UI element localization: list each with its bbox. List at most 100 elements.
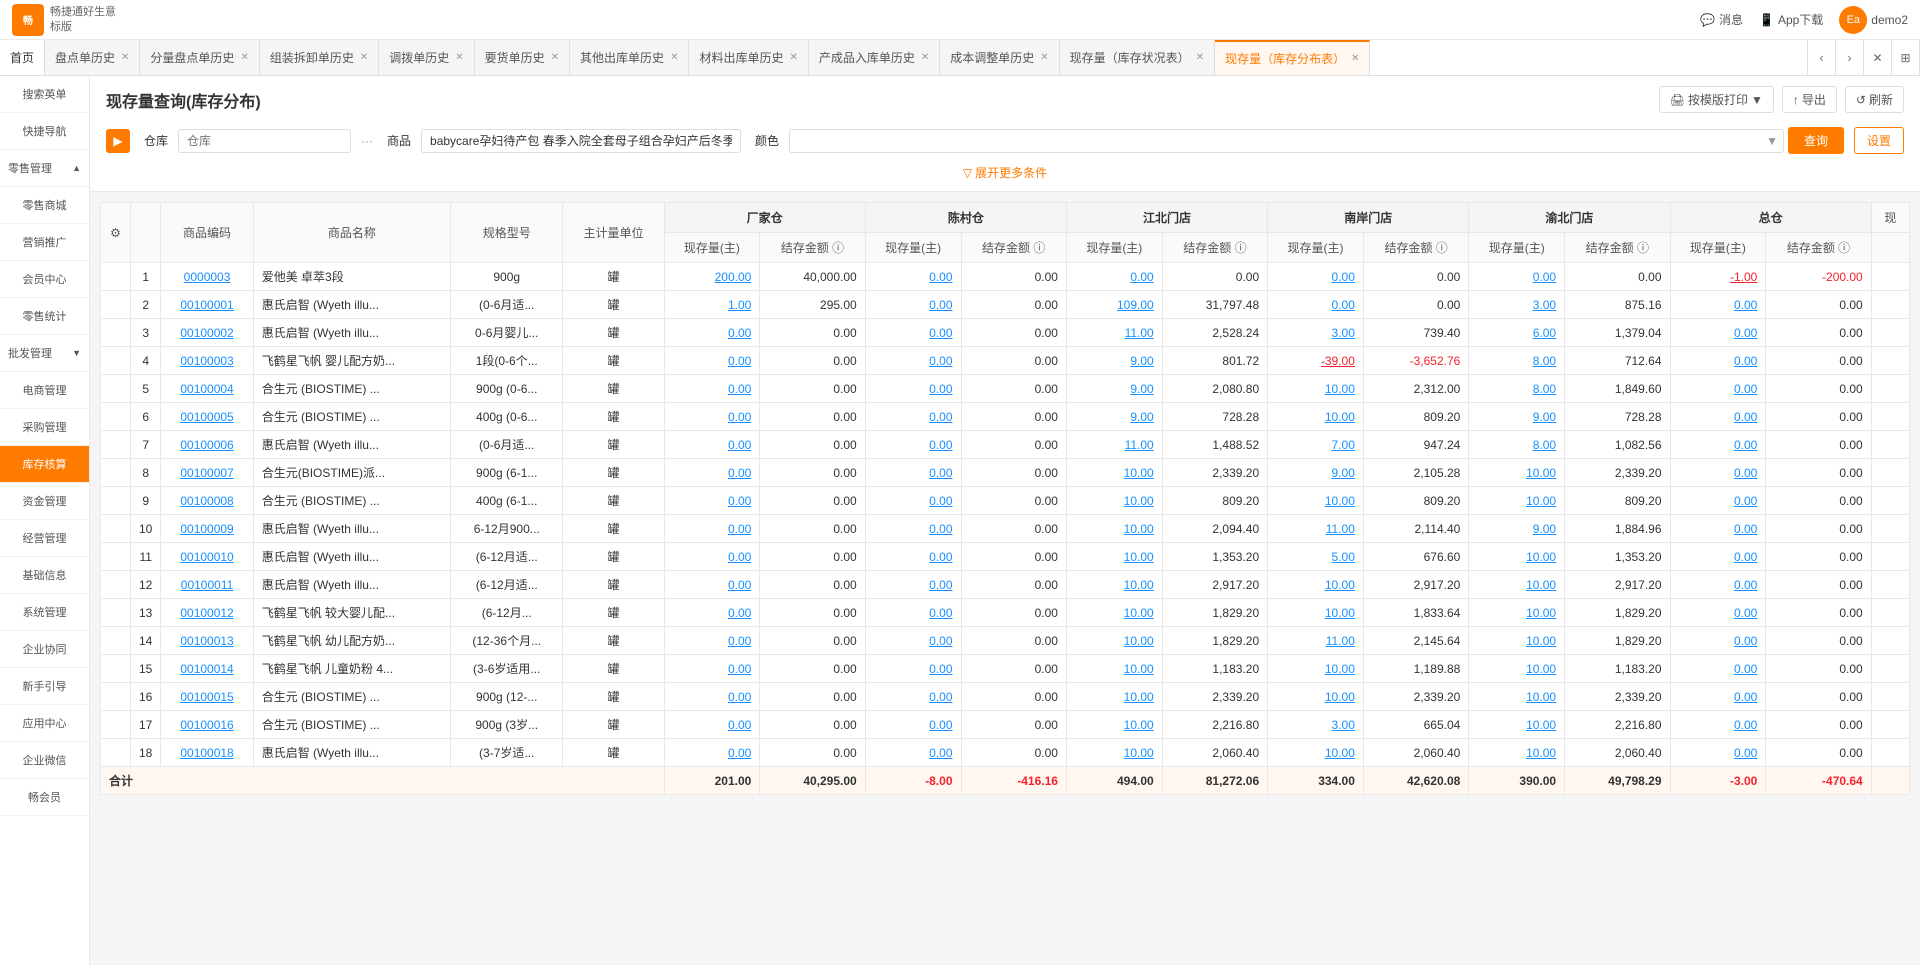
total-qty[interactable]: -1.00	[1670, 263, 1766, 291]
jiangbei-qty[interactable]: 10.00	[1066, 683, 1162, 711]
factory-qty[interactable]: 0.00	[664, 739, 760, 767]
product-input[interactable]	[421, 129, 741, 153]
chenjiang-qty[interactable]: 0.00	[865, 627, 961, 655]
chenjiang-qty[interactable]: 0.00	[865, 655, 961, 683]
product-code[interactable]: 00100013	[161, 627, 253, 655]
yubei-qty[interactable]: 10.00	[1469, 739, 1565, 767]
sidebar-item-inventory[interactable]: 库存核算	[0, 446, 89, 483]
total-qty[interactable]: 0.00	[1670, 291, 1766, 319]
tab-close-icon[interactable]: ✕	[1351, 53, 1359, 64]
total-qty[interactable]: 0.00	[1670, 655, 1766, 683]
chenjiang-qty[interactable]: 0.00	[865, 319, 961, 347]
product-code[interactable]: 00100012	[161, 599, 253, 627]
factory-qty[interactable]: 0.00	[664, 375, 760, 403]
expand-more-row[interactable]: ▽ 展开更多条件	[106, 160, 1904, 185]
total-qty[interactable]: 0.00	[1670, 403, 1766, 431]
product-code[interactable]: 00100014	[161, 655, 253, 683]
yubei-qty[interactable]: 3.00	[1469, 291, 1565, 319]
total-qty[interactable]: 0.00	[1670, 739, 1766, 767]
row-gear[interactable]	[101, 711, 131, 739]
nanan-qty[interactable]: 11.00	[1268, 627, 1364, 655]
sidebar-item-member[interactable]: 会员中心	[0, 261, 89, 298]
row-gear[interactable]	[101, 347, 131, 375]
nanan-qty[interactable]: 10.00	[1268, 403, 1364, 431]
row-gear[interactable]	[101, 263, 131, 291]
chenjiang-qty[interactable]: 0.00	[865, 459, 961, 487]
nanan-qty[interactable]: 3.00	[1268, 711, 1364, 739]
total-qty[interactable]: 0.00	[1670, 459, 1766, 487]
product-code[interactable]: 00100011	[161, 571, 253, 599]
total-qty[interactable]: 0.00	[1670, 347, 1766, 375]
chenjiang-qty[interactable]: 0.00	[865, 599, 961, 627]
row-gear[interactable]	[101, 291, 131, 319]
nanan-qty[interactable]: 3.00	[1268, 319, 1364, 347]
row-gear[interactable]	[101, 571, 131, 599]
nanan-qty[interactable]: 10.00	[1268, 375, 1364, 403]
yubei-qty[interactable]: 10.00	[1469, 599, 1565, 627]
total-qty[interactable]: 0.00	[1670, 627, 1766, 655]
row-gear[interactable]	[101, 627, 131, 655]
tab-requisition[interactable]: 要货单历史 ✕	[475, 40, 570, 76]
row-gear[interactable]	[101, 459, 131, 487]
product-code[interactable]: 00100001	[161, 291, 253, 319]
nanan-qty[interactable]: 10.00	[1268, 599, 1364, 627]
tab-expand-btn[interactable]: ⊞	[1892, 40, 1920, 76]
yubei-qty[interactable]: 9.00	[1469, 515, 1565, 543]
row-gear[interactable]	[101, 319, 131, 347]
jiangbei-qty[interactable]: 10.00	[1066, 599, 1162, 627]
factory-qty[interactable]: 0.00	[664, 711, 760, 739]
tab-close-icon[interactable]: ✕	[455, 52, 463, 63]
sidebar-item-ecommerce[interactable]: 电商管理	[0, 372, 89, 409]
row-gear[interactable]	[101, 655, 131, 683]
tab-inventory-dist[interactable]: 现存量（库存分布表） ✕	[1215, 40, 1370, 76]
nanan-qty[interactable]: 7.00	[1268, 431, 1364, 459]
product-code[interactable]: 00100009	[161, 515, 253, 543]
color-input[interactable]	[789, 129, 1784, 153]
sidebar-item-basic[interactable]: 基础信息	[0, 557, 89, 594]
yubei-qty[interactable]: 10.00	[1469, 459, 1565, 487]
query-btn[interactable]: 查询	[1788, 127, 1844, 154]
refresh-btn[interactable]: ↺ 刷新	[1845, 86, 1904, 113]
filter-collapse-btn[interactable]: ▶	[106, 129, 130, 153]
tab-close-icon[interactable]: ✕	[1196, 52, 1204, 63]
yubei-qty[interactable]: 10.00	[1469, 487, 1565, 515]
export-btn[interactable]: ↑ 导出	[1782, 86, 1837, 113]
total-qty[interactable]: 0.00	[1670, 375, 1766, 403]
tab-close-icon[interactable]: ✕	[551, 52, 559, 63]
row-gear[interactable]	[101, 403, 131, 431]
nanan-qty[interactable]: 0.00	[1268, 263, 1364, 291]
nanan-qty[interactable]: 11.00	[1268, 515, 1364, 543]
chenjiang-qty[interactable]: 0.00	[865, 431, 961, 459]
jiangbei-qty[interactable]: 10.00	[1066, 655, 1162, 683]
factory-qty[interactable]: 0.00	[664, 627, 760, 655]
product-code[interactable]: 00100018	[161, 739, 253, 767]
factory-qty[interactable]: 0.00	[664, 599, 760, 627]
row-gear[interactable]	[101, 515, 131, 543]
factory-qty[interactable]: 0.00	[664, 571, 760, 599]
row-gear[interactable]	[101, 487, 131, 515]
app-download-btn[interactable]: 📱 App下载	[1759, 11, 1823, 28]
factory-qty[interactable]: 0.00	[664, 655, 760, 683]
warehouse-input[interactable]	[178, 129, 351, 153]
factory-qty[interactable]: 0.00	[664, 515, 760, 543]
chenjiang-qty[interactable]: 0.00	[865, 515, 961, 543]
total-qty[interactable]: 0.00	[1670, 515, 1766, 543]
factory-qty[interactable]: 0.00	[664, 487, 760, 515]
total-qty[interactable]: 0.00	[1670, 599, 1766, 627]
tab-inventory-status[interactable]: 现存量（库存状况表） ✕	[1060, 40, 1215, 76]
product-code[interactable]: 00100003	[161, 347, 253, 375]
nanan-qty[interactable]: 10.00	[1268, 487, 1364, 515]
factory-qty[interactable]: 200.00	[664, 263, 760, 291]
jiangbei-qty[interactable]: 9.00	[1066, 375, 1162, 403]
jiangbei-qty[interactable]: 10.00	[1066, 571, 1162, 599]
total-qty[interactable]: 0.00	[1670, 319, 1766, 347]
user-menu[interactable]: Ea demo2	[1839, 6, 1908, 34]
jiangbei-qty[interactable]: 10.00	[1066, 711, 1162, 739]
yubei-qty[interactable]: 8.00	[1469, 375, 1565, 403]
yubei-qty[interactable]: 10.00	[1469, 543, 1565, 571]
factory-qty[interactable]: 0.00	[664, 683, 760, 711]
total-qty[interactable]: 0.00	[1670, 431, 1766, 459]
row-gear[interactable]	[101, 599, 131, 627]
yubei-qty[interactable]: 9.00	[1469, 403, 1565, 431]
sidebar-item-retail-mgmt[interactable]: 零售管理 ▲	[0, 150, 89, 187]
